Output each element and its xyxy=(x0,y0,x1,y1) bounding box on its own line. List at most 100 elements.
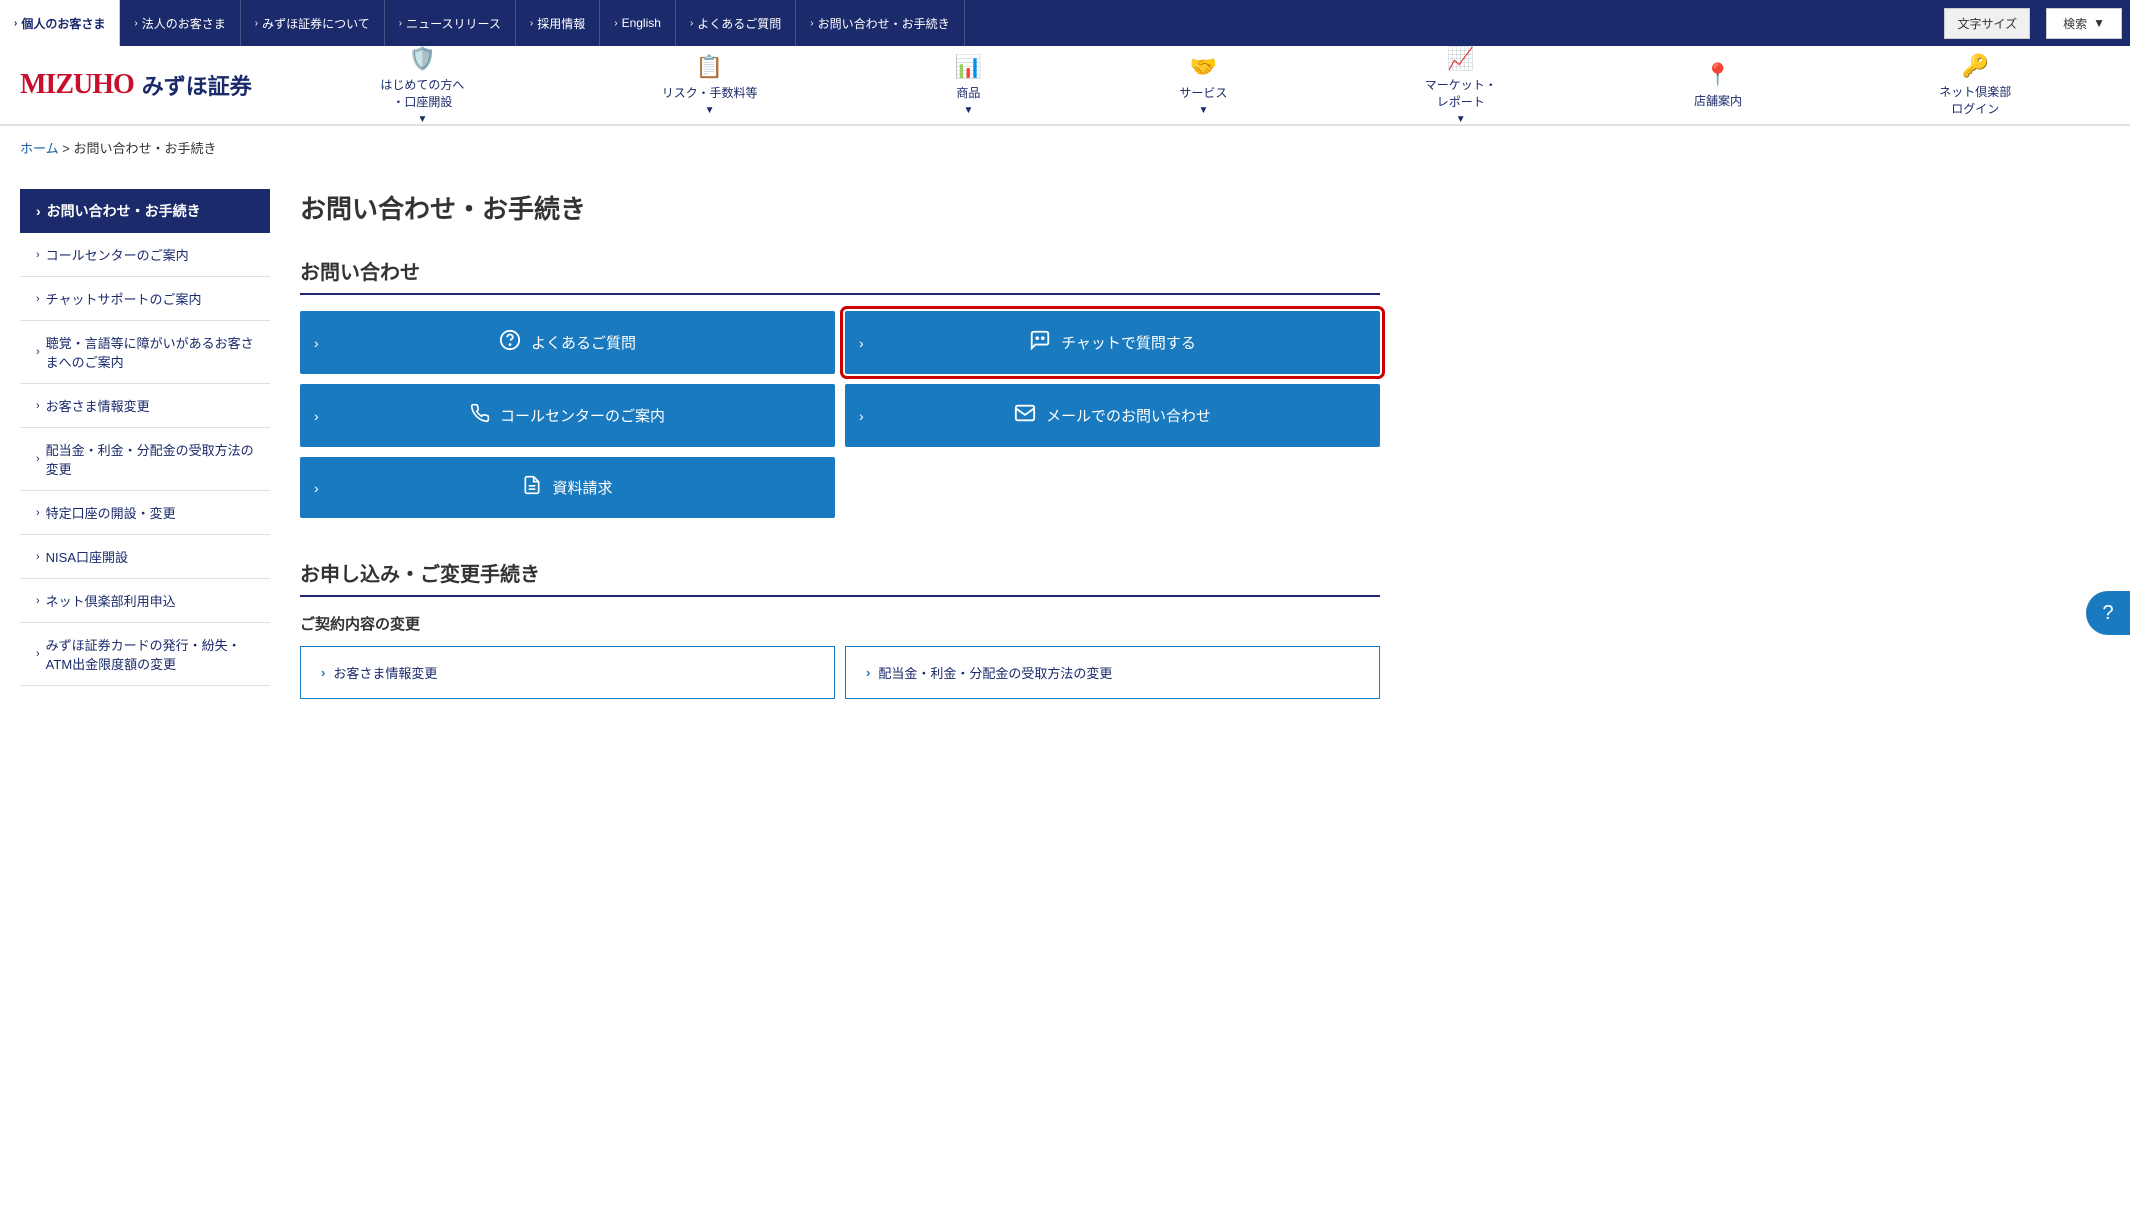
chevron-icon: › xyxy=(255,18,258,29)
chevron-icon: › xyxy=(36,293,40,305)
contact-grid-middle: › コールセンターのご案内 › メールでのお問い合わせ xyxy=(300,384,1380,447)
sidebar-item-accessibility[interactable]: › 聴覚・言語等に障がいがあるお客さまへのご案内 xyxy=(20,321,270,384)
dividend-change-button[interactable]: › 配当金・利金・分配金の受取方法の変更 xyxy=(845,646,1380,699)
chart-icon: 📊 xyxy=(955,54,982,80)
sidebar-item-active-contact[interactable]: › お問い合わせ・お手続き xyxy=(20,189,270,233)
search-button[interactable]: 検索 ▼ xyxy=(2046,8,2122,39)
sidebar-item-nisa[interactable]: › NISA口座開設 xyxy=(20,535,270,579)
floating-help-button[interactable]: ? xyxy=(2086,591,2130,635)
sidebar-item-dividend[interactable]: › 配当金・利金・分配金の受取方法の変更 xyxy=(20,428,270,491)
arrow-icon: › xyxy=(314,335,319,351)
faq-button[interactable]: › よくあるご質問 xyxy=(300,311,835,374)
recruit-nav-item[interactable]: › 採用情報 xyxy=(516,0,600,46)
main-navigation: MIZUHO みずほ証券 🛡️ はじめての方へ・口座開設 ▼ 📋 リスク・手数料… xyxy=(0,46,2130,126)
chevron-icon: › xyxy=(36,249,40,261)
nav-item-branches[interactable]: 📍 店舗案内 xyxy=(1684,62,1752,109)
arrow-icon: › xyxy=(859,335,864,351)
phone-icon xyxy=(470,403,490,428)
arrow-icon: › xyxy=(321,665,325,680)
english-nav-item[interactable]: › English xyxy=(600,0,676,46)
logo-area: MIZUHO みずほ証券 xyxy=(20,69,252,101)
chevron-icon: › xyxy=(36,400,40,412)
call-center-button[interactable]: › コールセンターのご案内 xyxy=(300,384,835,447)
chevron-icon: › xyxy=(134,18,137,29)
top-navigation: › 個人のお客さま › 法人のお客さま › みずほ証券について › ニュースリリ… xyxy=(0,0,2130,46)
document-icon xyxy=(522,475,542,500)
key-icon: 🔑 xyxy=(1962,53,1989,79)
chevron-icon: › xyxy=(36,648,40,660)
location-icon: 📍 xyxy=(1704,62,1731,88)
font-size-button[interactable]: 文字サイズ xyxy=(1944,8,2030,39)
breadcrumb-current: お問い合わせ・お手続き xyxy=(73,141,216,156)
arrow-icon: › xyxy=(314,408,319,424)
chat-label: チャットで質問する xyxy=(1061,332,1196,353)
mail-label: メールでのお問い合わせ xyxy=(1046,405,1211,426)
company-name: みずほ証券 xyxy=(142,69,252,101)
chat-button[interactable]: › チャットで質問する xyxy=(845,311,1380,374)
mail-icon xyxy=(1014,402,1036,429)
nav-item-services[interactable]: 🤝 サービス ▼ xyxy=(1169,54,1237,116)
nav-item-beginner[interactable]: 🛡️ はじめての方へ・口座開設 ▼ xyxy=(370,46,474,125)
main-content: お問い合わせ・お手続き お問い合わせ › よくあるご質問 › xyxy=(300,189,1380,699)
call-center-label: コールセンターのご案内 xyxy=(500,405,665,426)
chevron-icon: › xyxy=(14,18,17,29)
chevron-icon: › xyxy=(614,18,617,29)
contact-grid-top: › よくあるご質問 › xyxy=(300,311,1380,374)
top-nav-right: 文字サイズ 検索 ▼ xyxy=(1936,0,2130,46)
chevron-down-icon: ▼ xyxy=(417,114,427,125)
document-icon: 📋 xyxy=(696,54,723,80)
nav-item-risk[interactable]: 📋 リスク・手数料等 ▼ xyxy=(652,54,768,116)
sub-section-title: ご契約内容の変更 xyxy=(300,613,1380,634)
chevron-icon: › xyxy=(36,346,40,358)
docs-label: 資料請求 xyxy=(552,477,612,498)
sidebar-item-specific-account[interactable]: › 特定口座の開設・変更 xyxy=(20,491,270,535)
about-nav-item[interactable]: › みずほ証券について xyxy=(241,0,385,46)
breadcrumb-home-link[interactable]: ホーム xyxy=(20,141,59,156)
sidebar-item-card[interactable]: › みずほ証券カードの発行・紛失・ATM出金限度額の変更 xyxy=(20,623,270,686)
nav-item-market[interactable]: 📈 マーケット・レポート ▼ xyxy=(1415,46,1507,125)
chevron-icon: › xyxy=(530,18,533,29)
nav-item-login[interactable]: 🔑 ネット倶楽部ログイン xyxy=(1929,53,2021,117)
bottom-grid: › お客さま情報変更 › 配当金・利金・分配金の受取方法の変更 xyxy=(300,646,1380,699)
nav-item-products[interactable]: 📊 商品 ▼ xyxy=(945,54,992,116)
chevron-icon: › xyxy=(810,18,813,29)
chevron-icon: › xyxy=(36,595,40,607)
contact-top-nav-item[interactable]: › お問い合わせ・お手続き xyxy=(796,0,964,46)
apply-section-title: お申し込み・ご変更手続き xyxy=(300,558,1380,597)
chevron-icon: › xyxy=(36,507,40,519)
handshake-icon: 🤝 xyxy=(1190,54,1217,80)
shield-icon: 🛡️ xyxy=(409,46,436,72)
sidebar-item-call-center[interactable]: › コールセンターのご案内 xyxy=(20,233,270,277)
faq-label: よくあるご質問 xyxy=(531,332,636,353)
question-mark-icon: ? xyxy=(2102,602,2113,625)
personal-nav-item[interactable]: › 個人のお客さま xyxy=(0,0,120,46)
arrow-icon: › xyxy=(314,480,319,496)
sidebar-item-net-club[interactable]: › ネット倶楽部利用申込 xyxy=(20,579,270,623)
faq-icon xyxy=(499,329,521,356)
main-nav-items: 🛡️ はじめての方へ・口座開設 ▼ 📋 リスク・手数料等 ▼ 📊 商品 ▼ 🤝 … xyxy=(282,46,2110,125)
chevron-down-icon: ▼ xyxy=(1198,105,1208,116)
docs-button[interactable]: › 資料請求 xyxy=(300,457,835,518)
chevron-down-icon: ▼ xyxy=(705,105,715,116)
contact-grid-bottom: › 資料請求 xyxy=(300,457,1380,518)
mizuho-logo: MIZUHO xyxy=(20,69,134,101)
arrow-icon: › xyxy=(859,408,864,424)
sidebar-item-customer-info[interactable]: › お客さま情報変更 xyxy=(20,384,270,428)
chevron-down-icon: ▼ xyxy=(2093,16,2105,30)
chevron-icon: › xyxy=(690,18,693,29)
mail-button[interactable]: › メールでのお問い合わせ xyxy=(845,384,1380,447)
page-title: お問い合わせ・お手続き xyxy=(300,189,1380,226)
chevron-icon: › xyxy=(36,453,40,465)
breadcrumb: ホーム > お問い合わせ・お手続き xyxy=(0,126,2130,169)
news-nav-item[interactable]: › ニュースリリース xyxy=(385,0,516,46)
chevron-icon: › xyxy=(399,18,402,29)
corporate-nav-item[interactable]: › 法人のお客さま xyxy=(120,0,240,46)
chevron-icon: › xyxy=(36,551,40,563)
faq-nav-item[interactable]: › よくあるご質問 xyxy=(676,0,796,46)
arrow-icon: › xyxy=(866,665,870,680)
content-wrapper: › お問い合わせ・お手続き › コールセンターのご案内 › チャットサポートのご… xyxy=(0,169,1400,719)
sidebar-item-chat-support[interactable]: › チャットサポートのご案内 xyxy=(20,277,270,321)
sidebar: › お問い合わせ・お手続き › コールセンターのご案内 › チャットサポートのご… xyxy=(20,189,270,699)
customer-info-change-button[interactable]: › お客さま情報変更 xyxy=(300,646,835,699)
chevron-icon: › xyxy=(36,203,41,219)
